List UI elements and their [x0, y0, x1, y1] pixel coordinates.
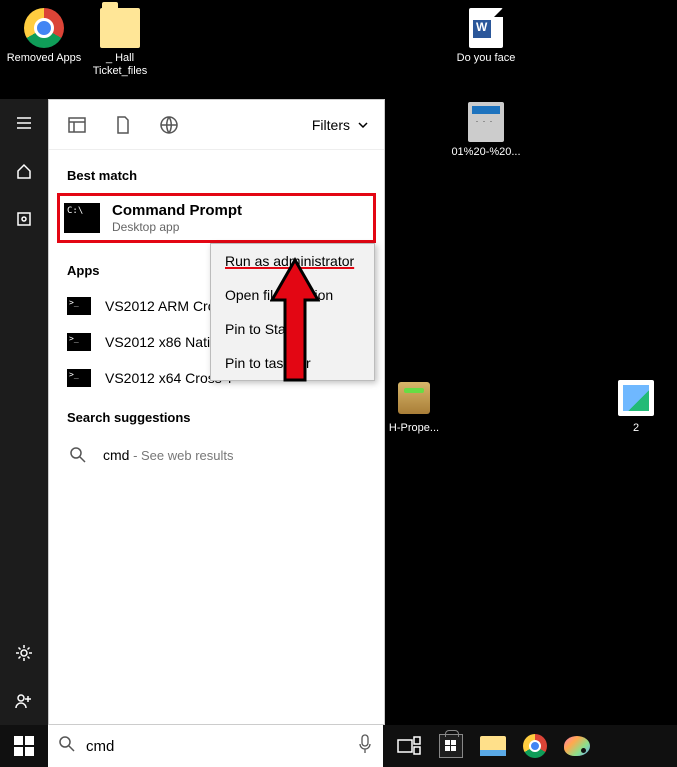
desktop-icon-label: _ Hall Ticket_files	[82, 52, 158, 78]
search-icon	[58, 735, 76, 758]
desktop-icon-removed-apps[interactable]: Removed Apps	[6, 8, 82, 65]
store-icon	[439, 734, 463, 758]
web-scope-icon[interactable]	[155, 111, 183, 139]
command-prompt-icon	[64, 203, 100, 233]
desktop-icon-label: Do you face	[448, 52, 524, 65]
desktop-icon-word-doc[interactable]: W Do you face	[448, 8, 524, 65]
web-suggestion[interactable]: cmd - See web results	[49, 435, 384, 475]
suggestions-heading: Search suggestions	[49, 404, 384, 435]
home-button[interactable]	[0, 147, 48, 195]
taskbar-search-box[interactable]: cmd	[48, 725, 383, 767]
documents-scope-icon[interactable]	[109, 111, 137, 139]
start-button[interactable]	[0, 725, 48, 767]
filters-dropdown[interactable]: Filters	[312, 117, 370, 133]
best-match-heading: Best match	[49, 162, 384, 193]
file-explorer-icon	[480, 736, 506, 756]
best-match-result[interactable]: Command Prompt Desktop app	[57, 193, 376, 243]
chrome-icon	[24, 8, 64, 48]
desktop-icon-label: 01%20-%20...	[448, 146, 524, 159]
hamburger-button[interactable]	[0, 99, 48, 147]
context-pin-to-taskbar[interactable]: Pin to taskbar	[211, 346, 374, 380]
word-icon: W	[469, 8, 503, 48]
context-open-file-location[interactable]: Open file location	[211, 278, 374, 312]
desktop-icon-label: H-Prope...	[376, 422, 452, 435]
account-button[interactable]	[0, 677, 48, 725]
console-icon	[67, 333, 91, 351]
paint-icon	[564, 736, 590, 756]
best-match-subtitle: Desktop app	[112, 220, 242, 234]
windows-icon	[14, 736, 34, 756]
image-icon	[618, 380, 654, 416]
chrome-icon	[523, 734, 547, 758]
store-button[interactable]	[437, 732, 465, 760]
task-view-button[interactable]	[395, 732, 423, 760]
folder-icon	[100, 8, 140, 48]
search-results-panel: Filters Best match Command Prompt Deskto…	[48, 99, 385, 725]
recent-button[interactable]	[0, 195, 48, 243]
file-explorer-button[interactable]	[479, 732, 507, 760]
desktop-icon-video[interactable]: 01%20-%20...	[448, 102, 524, 159]
apps-scope-icon[interactable]	[63, 111, 91, 139]
archive-icon	[394, 378, 434, 418]
microphone-icon[interactable]	[357, 734, 373, 759]
best-match-title: Command Prompt	[112, 202, 242, 220]
desktop-icon-label: 2	[598, 422, 674, 435]
suggestion-term: cmd	[103, 447, 129, 463]
context-pin-to-start[interactable]: Pin to Start	[211, 312, 374, 346]
search-input-text: cmd	[86, 738, 357, 755]
search-panel-header: Filters	[49, 100, 384, 150]
paint-button[interactable]	[563, 732, 591, 760]
desktop-icon-label: Removed Apps	[6, 52, 82, 65]
settings-button[interactable]	[0, 629, 48, 677]
chevron-down-icon	[356, 118, 370, 132]
desktop-icon-rar[interactable]: H-Prope...	[376, 378, 452, 435]
search-icon	[67, 444, 89, 466]
console-icon	[67, 369, 91, 387]
chrome-button[interactable]	[521, 732, 549, 760]
desktop-icon-hall-ticket[interactable]: _ Hall Ticket_files	[82, 8, 158, 78]
desktop-icon-image[interactable]: 2	[598, 378, 674, 435]
filters-label: Filters	[312, 117, 350, 133]
app-result-label: VS2012 x86 Native	[105, 334, 225, 350]
suggestion-hint: - See web results	[129, 448, 233, 463]
video-icon	[468, 102, 504, 142]
console-icon	[67, 297, 91, 315]
context-menu: Run as administrator Open file location …	[210, 243, 375, 381]
context-run-as-admin[interactable]: Run as administrator	[211, 244, 374, 278]
start-sidebar	[0, 99, 48, 725]
taskbar: cmd	[0, 725, 677, 767]
